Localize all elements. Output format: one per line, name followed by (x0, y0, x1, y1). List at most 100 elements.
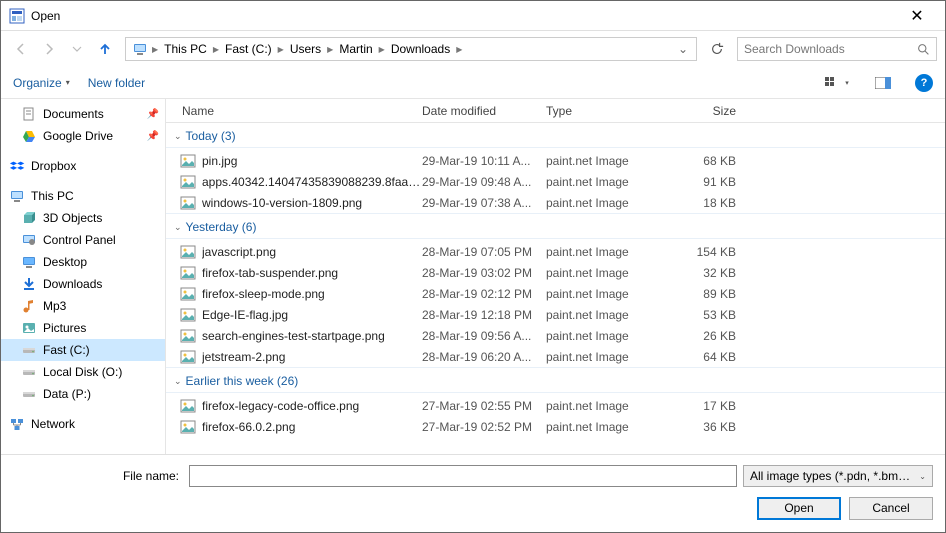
crumb[interactable]: Downloads (387, 42, 454, 56)
refresh-button[interactable] (705, 37, 729, 61)
file-row[interactable]: jetstream-2.png28-Mar-19 06:20 A...paint… (166, 346, 945, 367)
open-button[interactable]: Open (757, 497, 841, 520)
bottom-panel: File name: All image types (*.pdn, *.bmp… (1, 454, 945, 532)
filename-input[interactable] (189, 465, 737, 487)
sidebar-item[interactable]: Local Disk (O:) (1, 361, 165, 383)
file-list[interactable]: ⌄Today (3)pin.jpg29-Mar-19 10:11 A...pai… (166, 123, 945, 454)
drive-icon (21, 386, 37, 402)
chevron-down-icon: ⌄ (174, 376, 182, 387)
help-button[interactable]: ? (915, 74, 933, 92)
file-type: paint.net Image (546, 308, 666, 322)
sidebar-label: Downloads (43, 277, 102, 291)
file-row[interactable]: firefox-66.0.2.png27-Mar-19 02:52 PMpain… (166, 416, 945, 437)
sidebar-item[interactable]: Control Panel (1, 229, 165, 251)
file-type: paint.net Image (546, 287, 666, 301)
file-name: search-engines-test-startpage.png (202, 329, 422, 343)
dropbox-icon (9, 158, 25, 174)
group-label: Today (3) (186, 129, 236, 143)
file-group-header[interactable]: ⌄Yesterday (6) (166, 213, 945, 239)
file-size: 17 KB (666, 399, 746, 413)
col-name[interactable]: Name (166, 104, 422, 118)
file-row[interactable]: windows-10-version-1809.png29-Mar-19 07:… (166, 192, 945, 213)
forward-button[interactable] (37, 37, 61, 61)
sidebar-item[interactable]: Mp3 (1, 295, 165, 317)
image-file-icon (180, 419, 196, 435)
image-file-icon (180, 174, 196, 190)
file-row[interactable]: apps.40342.14047435839088239.8faa635f-..… (166, 171, 945, 192)
cancel-button[interactable]: Cancel (849, 497, 933, 520)
file-size: 32 KB (666, 266, 746, 280)
file-row[interactable]: firefox-legacy-code-office.png27-Mar-19 … (166, 395, 945, 416)
file-name: firefox-tab-suspender.png (202, 266, 422, 280)
filetype-filter[interactable]: All image types (*.pdn, *.bmp, *⌄ (743, 465, 933, 487)
file-row[interactable]: firefox-tab-suspender.png28-Mar-19 03:02… (166, 262, 945, 283)
file-name: jetstream-2.png (202, 350, 422, 364)
crumb[interactable]: Users (286, 42, 325, 56)
file-name: firefox-legacy-code-office.png (202, 399, 422, 413)
file-size: 64 KB (666, 350, 746, 364)
file-date: 28-Mar-19 12:18 PM (422, 308, 546, 322)
file-size: 68 KB (666, 154, 746, 168)
back-button[interactable] (9, 37, 33, 61)
organize-button[interactable]: Organize▾ (13, 76, 70, 90)
file-type: paint.net Image (546, 196, 666, 210)
image-file-icon (180, 349, 196, 365)
pc-icon (132, 41, 148, 57)
crumb[interactable]: This PC (160, 42, 211, 56)
sidebar-item[interactable]: Fast (C:) (1, 339, 165, 361)
file-size: 154 KB (666, 245, 746, 259)
image-file-icon (180, 286, 196, 302)
col-size[interactable]: Size (666, 104, 746, 118)
sidebar-item[interactable]: Pictures (1, 317, 165, 339)
chevron-right-icon: ▶ (377, 45, 387, 54)
sidebar-label: Google Drive (43, 129, 113, 143)
file-group-header[interactable]: ⌄Today (3) (166, 123, 945, 148)
file-name: windows-10-version-1809.png (202, 196, 422, 210)
file-group-header[interactable]: ⌄Earlier this week (26) (166, 367, 945, 393)
sidebar-label: Dropbox (31, 159, 76, 173)
view-button[interactable]: ▾ (823, 72, 851, 94)
chevron-right-icon: ▶ (150, 45, 160, 54)
sidebar-item[interactable]: Data (P:) (1, 383, 165, 405)
file-type: paint.net Image (546, 266, 666, 280)
file-size: 53 KB (666, 308, 746, 322)
breadcrumb-dropdown[interactable]: ⌄ (674, 42, 692, 56)
sidebar-network[interactable]: Network (1, 413, 165, 435)
breadcrumb[interactable]: ▶ This PC ▶ Fast (C:) ▶ Users ▶ Martin ▶… (125, 37, 697, 61)
new-folder-button[interactable]: New folder (88, 76, 145, 90)
col-type[interactable]: Type (546, 104, 666, 118)
crumb[interactable]: Martin (335, 42, 376, 56)
sidebar-item[interactable]: Downloads (1, 273, 165, 295)
file-pane: Name Date modified Type Size ⌄Today (3)p… (166, 99, 945, 454)
chevron-right-icon: ▶ (325, 45, 335, 54)
file-row[interactable]: firefox-sleep-mode.png28-Mar-19 02:12 PM… (166, 283, 945, 304)
preview-pane-button[interactable] (869, 72, 897, 94)
col-date[interactable]: Date modified (422, 104, 546, 118)
up-button[interactable] (93, 37, 117, 61)
search-input[interactable]: Search Downloads (737, 37, 937, 61)
sidebar-thispc[interactable]: This PC (1, 185, 165, 207)
file-name: Edge-IE-flag.jpg (202, 308, 422, 322)
crumb[interactable]: Fast (C:) (221, 42, 276, 56)
filename-label: File name: (13, 469, 183, 483)
sidebar-item[interactable]: 3D Objects (1, 207, 165, 229)
sidebar-item[interactable]: Desktop (1, 251, 165, 273)
file-date: 28-Mar-19 03:02 PM (422, 266, 546, 280)
file-row[interactable]: javascript.png28-Mar-19 07:05 PMpaint.ne… (166, 241, 945, 262)
file-row[interactable]: Edge-IE-flag.jpg28-Mar-19 12:18 PMpaint.… (166, 304, 945, 325)
chevron-right-icon: ▶ (211, 45, 221, 54)
file-row[interactable]: pin.jpg29-Mar-19 10:11 A...paint.net Ima… (166, 150, 945, 171)
pin-icon: 📌 (147, 131, 159, 142)
sidebar-item[interactable]: Google Drive 📌 (1, 125, 165, 147)
sidebar-item[interactable]: Documents📌 (1, 103, 165, 125)
pin-icon: 📌 (147, 109, 159, 120)
sidebar-label: Data (P:) (43, 387, 91, 401)
sidebar-label: Pictures (43, 321, 86, 335)
close-button[interactable]: ✕ (897, 6, 937, 26)
file-date: 29-Mar-19 10:11 A... (422, 154, 546, 168)
titlebar: Open ✕ (1, 1, 945, 31)
file-row[interactable]: search-engines-test-startpage.png28-Mar-… (166, 325, 945, 346)
sidebar-dropbox[interactable]: Dropbox (1, 155, 165, 177)
recent-button[interactable] (65, 37, 89, 61)
image-file-icon (180, 307, 196, 323)
